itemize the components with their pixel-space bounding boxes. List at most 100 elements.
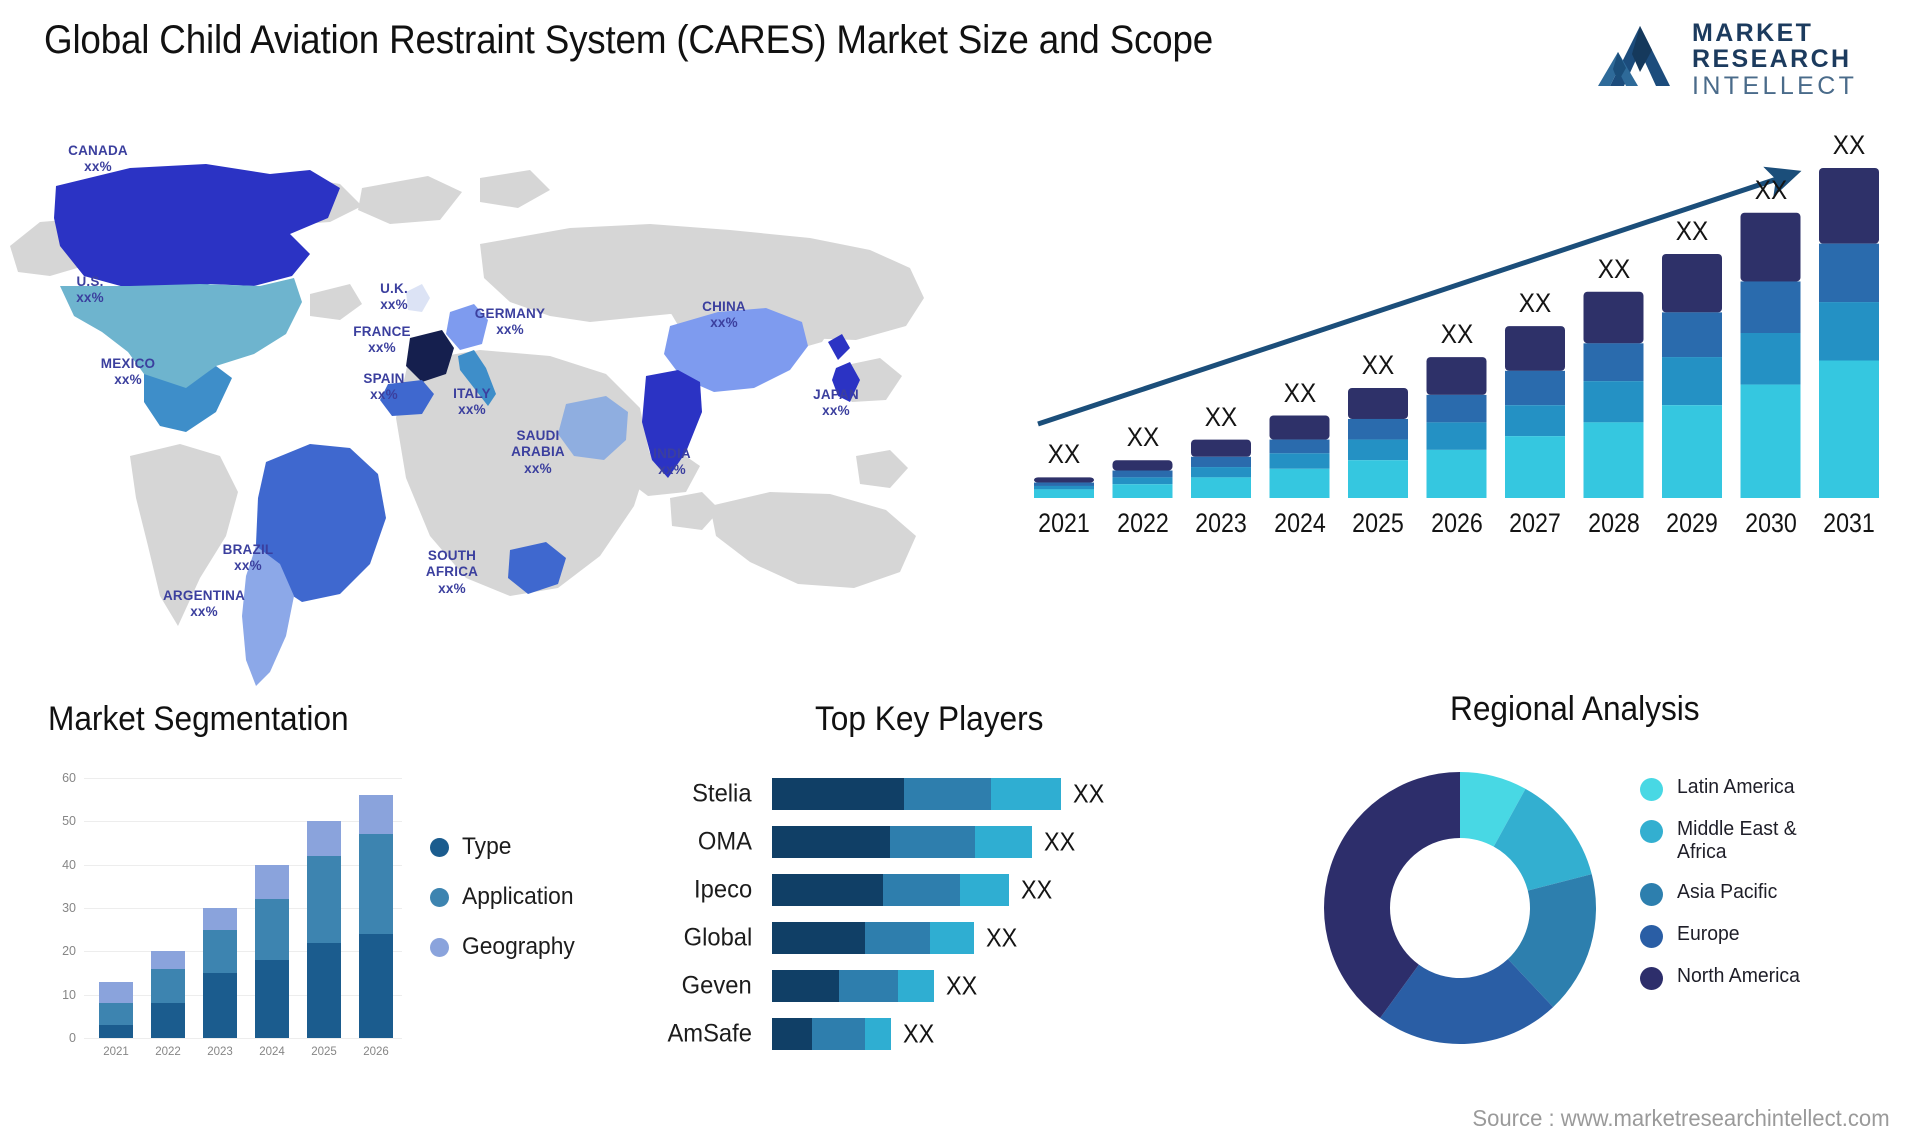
player-seg-geven-segment-1 [772,970,840,1002]
regional-legend-item-north-america: North America [1640,965,1900,990]
forecast-bar-2026-segment-4 [1426,357,1487,395]
forecast-value-2022: XX [1126,422,1159,453]
logo-wordmark: MARKET RESEARCH INTELLECT [1692,20,1892,100]
top-key-players-title: Top Key Players [815,700,1044,738]
forecast-year-2027: 2027 [1509,508,1561,538]
forecast-bar-2022-segment-3 [1112,470,1173,478]
market-segmentation-panel: Market Segmentation 0 10 20 30 40 50 60 2021 20… [30,700,650,1140]
forecast-bar-2021-segment-1 [1034,489,1094,498]
market-segmentation-title: Market Segmentation [48,700,349,738]
forecast-bar-2024-segment-4 [1269,415,1330,440]
segmentation-seg-2021-application [99,1003,133,1025]
regional-legend: Latin America Middle East & Africa Asia Pa… [1640,776,1900,1007]
player-seg-ipeco-segment-3 [959,874,1010,906]
forecast-year-2022: 2022 [1116,508,1169,538]
player-name-oma: OMA [697,827,752,856]
map-label-south-africa: SOUTH AFRICA xx% [425,548,479,596]
player-seg-stelia-segment-3 [991,778,1062,810]
forecast-bar-2023-segment-2 [1191,467,1251,478]
segmentation-seg-2022-application [151,968,185,1004]
legend-dot-icon [430,937,449,957]
logo-line-research: RESEARCH [1692,45,1852,74]
regional-legend-item-europe: Europe [1640,923,1900,948]
forecast-value-2029: XX [1675,215,1709,246]
map-label-mexico: MEXICO xx% [100,356,156,388]
forecast-bar-2025-segment-4 [1348,388,1408,419]
segmentation-seg-2025-application [307,856,341,943]
segmentation-ytick-50: 50 [62,814,76,829]
forecast-bar-2022-segment-2 [1112,477,1173,485]
forecast-bar-2021-segment-3 [1034,482,1094,486]
top-key-players-panel: Top Key Players Stelia OMA Ipeco Global Geve… [660,700,1320,1140]
forecast-bar-2027-segment-3 [1505,370,1565,406]
logo-line-market: MARKET [1692,19,1814,47]
map-label-saudi-arabia: SAUDI ARABIA xx% [511,428,565,476]
forecast-bar-2023-segment-3 [1191,456,1251,468]
player-name-global: Global [683,923,752,952]
forecast-bar-2029-segment-4 [1662,253,1722,313]
segmentation-legend-item-geography: Geography [430,922,581,972]
player-seg-amsafe-segment-3 [865,1018,892,1050]
player-name-amsafe: AmSafe [667,1019,752,1048]
mountain-logo-icon [1598,26,1670,86]
player-seg-ipeco-segment-2 [882,874,960,906]
segmentation-legend-item-application: Application [430,872,581,922]
forecast-bar-2024-segment-1 [1269,468,1330,498]
legend-dot-icon [1640,882,1663,906]
player-seg-oma-segment-1 [772,826,890,858]
segmentation-bar-2025 [307,778,341,1038]
map-label-u-s: U.S. xx% [76,274,104,306]
segmentation-gridline-0 [84,1038,402,1039]
forecast-bar-2025-segment-3 [1348,418,1408,440]
forecast-bar-2022-segment-1 [1112,484,1173,498]
segmentation-seg-2025-type [307,942,341,1038]
market-research-intellect-logo: MARKET RESEARCH INTELLECT [1596,18,1896,99]
segmentation-xtick-2021: 2021 [103,1046,129,1058]
regional-legend-item-middle-east-africa: Middle East & Africa [1640,818,1900,864]
forecast-bar-2021-segment-4 [1034,477,1094,483]
forecast-bar-2030-segment-1 [1740,384,1801,498]
forecast-bar-2028-segment-4 [1583,291,1644,344]
forecast-bar-2022-segment-4 [1112,460,1173,471]
forecast-value-2021: XX [1047,439,1081,470]
segmentation-bar-2026 [359,778,393,1038]
forecast-bar-2021-segment-2 [1034,485,1094,490]
player-seg-stelia-segment-1 [772,778,905,810]
map-label-india: INDIA xx% [653,446,691,478]
forecast-bar-2031-segment-4 [1819,168,1879,244]
forecast-bar-2031-segment-3 [1819,243,1879,303]
segmentation-ytick-10: 10 [62,987,76,1002]
segmentation-seg-2022-geography [151,951,185,969]
segmentation-xtick-2026: 2026 [363,1046,389,1058]
forecast-bar-2029-segment-3 [1662,312,1722,358]
player-bar-global [772,922,974,954]
forecast-bar-2028-segment-3 [1583,343,1644,382]
forecast-stacked-bar-chart [1034,166,1879,498]
forecast-bar-2025-segment-1 [1348,460,1408,498]
forecast-bar-2023-segment-1 [1191,477,1251,498]
segmentation-seg-2023-application [203,929,237,973]
forecast-value-2025: XX [1361,350,1395,380]
forecast-value-2027: XX [1518,288,1552,319]
legend-dot-icon [1640,778,1663,801]
map-label-germany: GERMANY xx% [474,306,546,338]
player-seg-oma-segment-2 [890,826,975,858]
player-seg-amsafe-segment-1 [772,1018,813,1050]
player-seg-oma-segment-3 [974,826,1032,858]
forecast-year-2021: 2021 [1038,508,1090,538]
segmentation-seg-2026-application [359,834,393,934]
legend-dot-icon [430,887,449,907]
forecast-value-2026: XX [1440,319,1473,350]
segmentation-legend-item-type: Type [430,822,581,872]
segmentation-bar-2022 [151,778,185,1038]
country-uk [406,284,430,312]
player-value-oma: XX [1043,826,1075,857]
donut-slices-group [1324,772,1596,1044]
forecast-chart-panel: XX XX XX XX XX XX XX XX XX XX XX 2021 2022 2023 2024 2… [1020,130,1920,670]
regional-legend-label: Middle East & Africa [1677,818,1797,863]
map-label-italy: ITALY xx% [453,386,491,418]
player-value-ipeco: XX [1021,874,1053,905]
segmentation-seg-2026-type [359,934,393,1038]
forecast-bar-2031-segment-1 [1819,360,1879,498]
regional-analysis-title: Regional Analysis [1450,690,1700,728]
